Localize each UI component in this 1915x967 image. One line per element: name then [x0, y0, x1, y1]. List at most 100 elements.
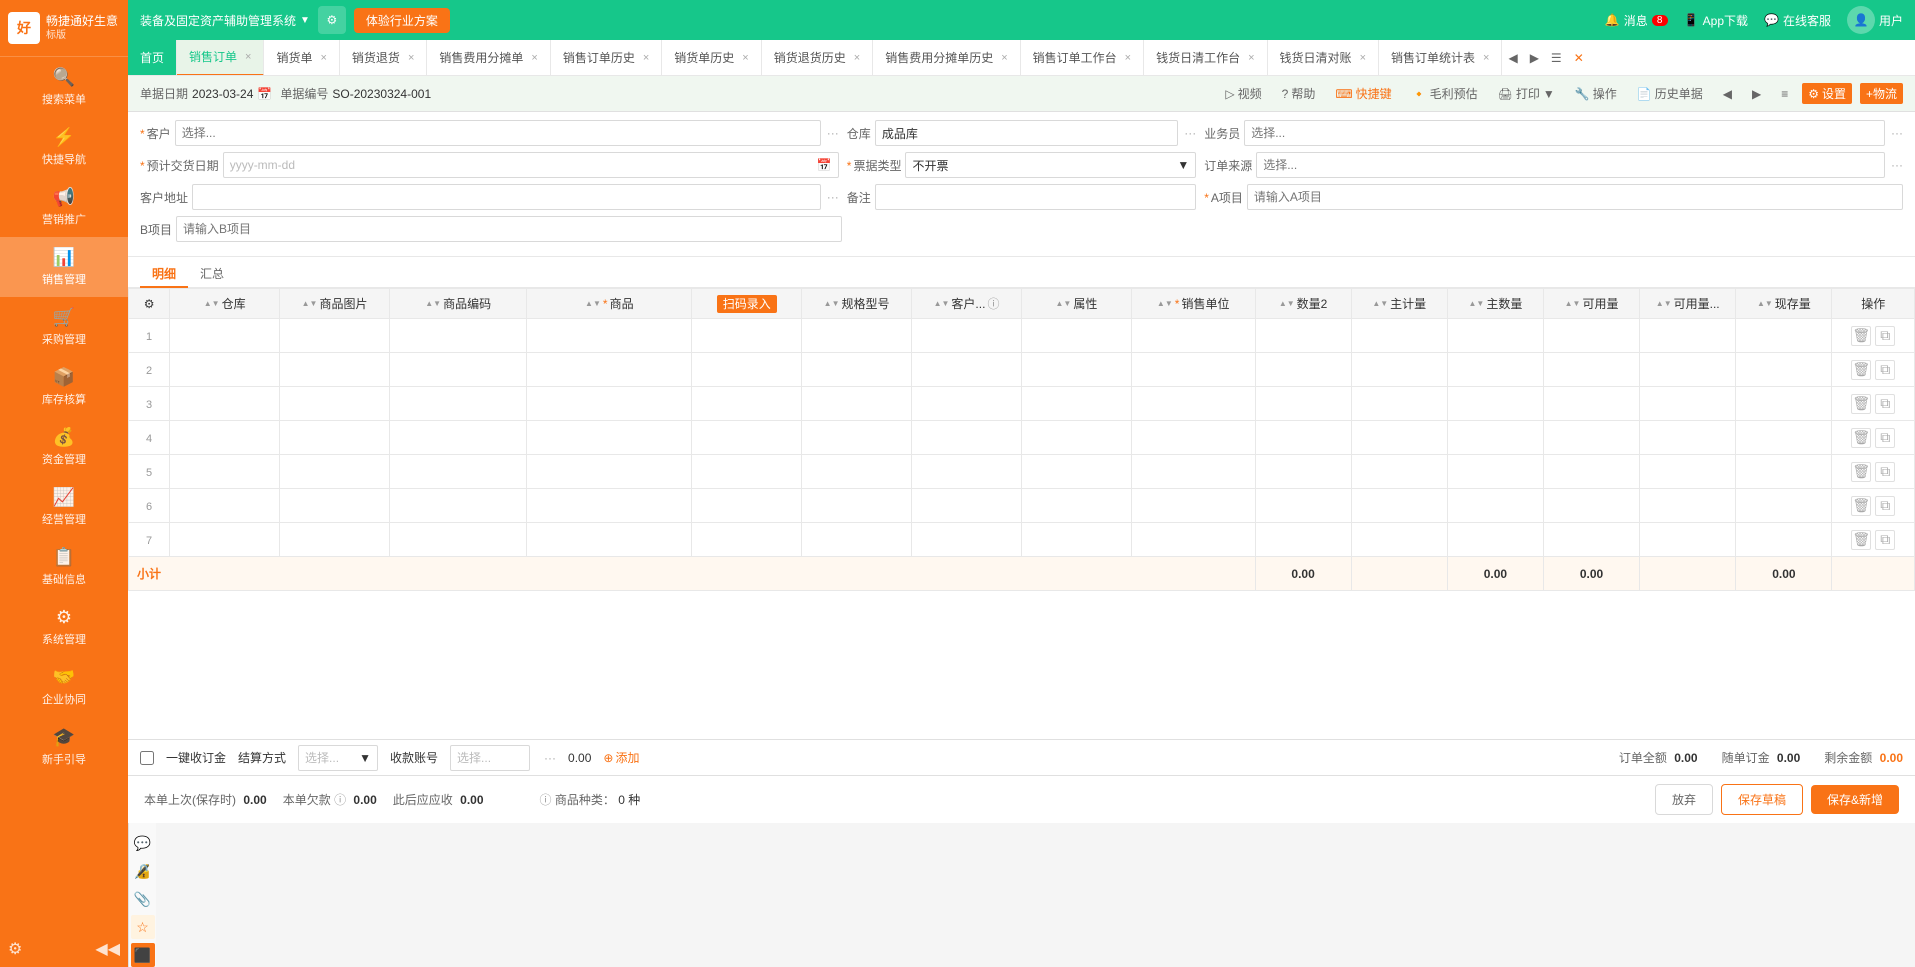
cell-main-qty[interactable]: [1447, 387, 1543, 421]
cell-qty2[interactable]: [1255, 489, 1351, 523]
cell-customer-code[interactable]: [912, 421, 1022, 455]
staff-dots[interactable]: ···: [1891, 126, 1903, 140]
staff-input[interactable]: [1244, 120, 1885, 146]
cell-customer-code[interactable]: [912, 387, 1022, 421]
rs-scan-icon[interactable]: ⬛: [131, 943, 155, 967]
tabs-scroll-left[interactable]: ◀: [1502, 40, 1523, 76]
tab-daily-workbench[interactable]: 钱货日清工作台 ×: [1144, 40, 1267, 76]
sidebar-item-operations[interactable]: 📈 经营管理: [0, 477, 128, 537]
delivery-calendar-icon[interactable]: 📅: [817, 158, 832, 172]
rs-star-icon[interactable]: ☆: [131, 915, 155, 939]
cell-qty2[interactable]: [1255, 523, 1351, 557]
copy-row-btn[interactable]: ⧉: [1875, 326, 1895, 346]
cell-warehouse[interactable]: [170, 319, 280, 353]
cell-code[interactable]: [390, 421, 527, 455]
sidebar-item-guide[interactable]: 🎓 新手引导: [0, 717, 128, 777]
order-source-dots[interactable]: ···: [1891, 158, 1903, 172]
tab-goods-history[interactable]: 销货单历史 ×: [662, 40, 761, 76]
b-project-input[interactable]: [176, 216, 842, 242]
collapse-icon[interactable]: ◀◀: [95, 939, 120, 959]
cell-qty2[interactable]: [1255, 319, 1351, 353]
order-source-input[interactable]: [1256, 152, 1885, 178]
cell-attr[interactable]: [1021, 319, 1131, 353]
account-dots[interactable]: ···: [544, 751, 556, 765]
close-icon[interactable]: ×: [643, 52, 649, 64]
close-icon[interactable]: ×: [245, 51, 251, 63]
tabs-menu[interactable]: ☰: [1545, 40, 1568, 76]
save-new-btn[interactable]: 保存&新增: [1811, 785, 1899, 814]
online-service-btn[interactable]: 💬 在线客服: [1764, 12, 1831, 29]
close-icon[interactable]: ×: [1360, 52, 1366, 64]
cell-customer-code[interactable]: [912, 489, 1022, 523]
invoice-select[interactable]: 不开票 ▼: [905, 152, 1196, 178]
cell-name[interactable]: [527, 387, 692, 421]
delete-row-btn[interactable]: 🗑: [1851, 530, 1871, 550]
cell-qty2[interactable]: [1255, 455, 1351, 489]
tab-sales-summary[interactable]: 销售订单统计表 ×: [1379, 40, 1502, 76]
cell-unit[interactable]: [1131, 523, 1255, 557]
tabs-scroll-right[interactable]: ▶: [1524, 40, 1545, 76]
solution-btn[interactable]: 体验行业方案: [354, 8, 450, 33]
scan-header-btn[interactable]: 扫码录入: [717, 295, 777, 313]
help-btn[interactable]: ? 帮助: [1276, 83, 1322, 104]
profit-btn[interactable]: 🔸 毛利预估: [1406, 83, 1484, 104]
ops-btn[interactable]: 🔧 操作: [1569, 83, 1623, 104]
cell-code[interactable]: [390, 353, 527, 387]
cell-name[interactable]: [527, 455, 692, 489]
cell-spec[interactable]: [802, 523, 912, 557]
cell-name[interactable]: [527, 319, 692, 353]
cell-code[interactable]: [390, 489, 527, 523]
cell-unit[interactable]: [1131, 455, 1255, 489]
sidebar-item-search[interactable]: 🔍 搜索菜单: [0, 57, 128, 117]
cell-spec[interactable]: [802, 489, 912, 523]
tab-return-history[interactable]: 销货退货历史 ×: [762, 40, 873, 76]
cell-main-qty[interactable]: [1447, 455, 1543, 489]
sidebar-item-sales[interactable]: 📊 销售管理: [0, 237, 128, 297]
close-icon[interactable]: ×: [742, 52, 748, 64]
cell-attr[interactable]: [1021, 353, 1131, 387]
cell-main-qty[interactable]: [1447, 523, 1543, 557]
tab-sales-order-history[interactable]: 销售订单历史 ×: [551, 40, 662, 76]
rs-clip-icon[interactable]: 📎: [131, 887, 155, 911]
discard-btn[interactable]: 放弃: [1655, 784, 1713, 815]
close-icon[interactable]: ×: [854, 52, 860, 64]
cell-warehouse[interactable]: [170, 353, 280, 387]
copy-row-btn[interactable]: ⧉: [1875, 394, 1895, 414]
warehouse-value[interactable]: 成品库: [875, 120, 1178, 146]
cell-code[interactable]: [390, 387, 527, 421]
cell-code[interactable]: [390, 319, 527, 353]
address-input[interactable]: [192, 184, 821, 210]
list-view-btn[interactable]: ≡: [1775, 85, 1794, 103]
cell-spec[interactable]: [802, 319, 912, 353]
cell-customer-code[interactable]: [912, 523, 1022, 557]
prev-record-btn[interactable]: ◀: [1717, 85, 1738, 103]
cell-attr[interactable]: [1021, 421, 1131, 455]
a-project-input[interactable]: [1247, 184, 1903, 210]
close-icon[interactable]: ×: [408, 52, 414, 64]
close-icon[interactable]: ×: [531, 52, 537, 64]
copy-row-btn[interactable]: ⧉: [1875, 496, 1895, 516]
cell-spec[interactable]: [802, 387, 912, 421]
cell-spec[interactable]: [802, 455, 912, 489]
warehouse-dots[interactable]: ···: [1184, 126, 1196, 140]
tabs-close-all[interactable]: ✕: [1568, 40, 1590, 76]
cell-name[interactable]: [527, 353, 692, 387]
close-icon[interactable]: ×: [1483, 52, 1489, 64]
tab-reconcile[interactable]: 钱货日清对账 ×: [1268, 40, 1379, 76]
view-btn[interactable]: ▷ 视频: [1219, 83, 1267, 104]
sidebar-item-system[interactable]: ⚙ 系统管理: [0, 597, 128, 657]
cell-name[interactable]: [527, 421, 692, 455]
copy-row-btn[interactable]: ⧉: [1875, 360, 1895, 380]
tab-summary[interactable]: 汇总: [188, 261, 236, 288]
sidebar-item-collab[interactable]: 🤝 企业协同: [0, 657, 128, 717]
customer-dots[interactable]: ···: [827, 126, 839, 140]
sidebar-item-basic-info[interactable]: 📋 基础信息: [0, 537, 128, 597]
delete-row-btn[interactable]: 🗑: [1851, 360, 1871, 380]
cell-spec[interactable]: [802, 353, 912, 387]
copy-row-btn[interactable]: ⧉: [1875, 428, 1895, 448]
sidebar-item-purchase[interactable]: 🛒 采购管理: [0, 297, 128, 357]
close-icon[interactable]: ×: [1248, 52, 1254, 64]
close-icon[interactable]: ×: [1001, 52, 1007, 64]
delete-row-btn[interactable]: 🗑: [1851, 428, 1871, 448]
cell-main-qty[interactable]: [1447, 489, 1543, 523]
